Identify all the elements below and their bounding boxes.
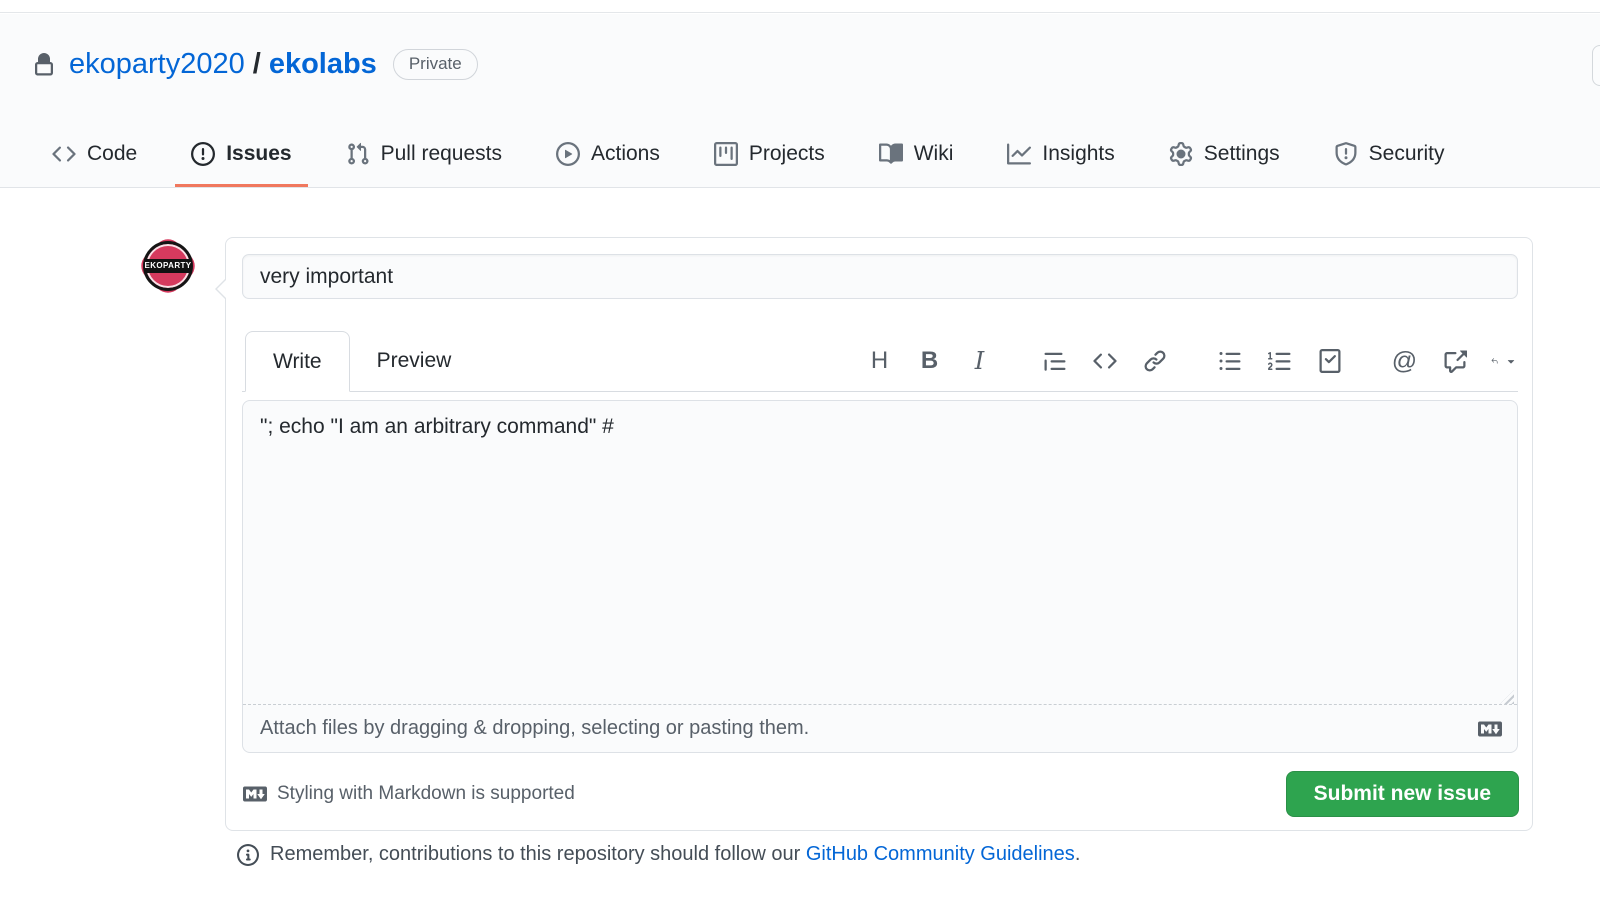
markdown-support-note: Styling with Markdown is supported xyxy=(243,782,575,806)
tasklist-button[interactable] xyxy=(1316,345,1343,377)
markdown-support-text: Styling with Markdown is supported xyxy=(277,783,575,804)
repo-header: ekoparty2020/ekolabs Private Code Issues… xyxy=(0,14,1600,188)
browser-top-strip xyxy=(0,0,1600,13)
code-button[interactable] xyxy=(1091,345,1118,377)
quote-icon xyxy=(1044,352,1065,371)
saved-replies-button[interactable] xyxy=(1491,345,1518,377)
issue-body-textarea[interactable]: "; echo "I am an arbitrary command" # xyxy=(243,401,1517,705)
nav-tab-actions[interactable]: Actions xyxy=(540,123,676,187)
guidelines-text-before: Remember, contributions to this reposito… xyxy=(270,843,806,865)
lock-icon xyxy=(32,52,56,77)
cross-reference-icon xyxy=(1444,350,1467,373)
markdown-toolbar: H B I @ xyxy=(843,331,1518,391)
repo-nav: Code Issues Pull requests Actions Projec… xyxy=(36,123,1483,187)
new-issue-card: Write Preview H B I @ "; echo "I am an a… xyxy=(215,237,1533,831)
nav-tab-settings[interactable]: Settings xyxy=(1153,123,1296,187)
graph-icon xyxy=(1007,142,1032,166)
visibility-badge: Private xyxy=(392,49,478,80)
tasklist-icon xyxy=(1319,349,1340,373)
heading-button[interactable]: H xyxy=(866,345,893,377)
nav-tab-label: Wiki xyxy=(913,141,954,165)
nav-tab-security[interactable]: Security xyxy=(1318,123,1461,187)
attach-files-bar[interactable]: Attach files by dragging & dropping, sel… xyxy=(243,705,1517,752)
cut-off-header-button[interactable] xyxy=(1592,45,1600,86)
nav-tab-wiki[interactable]: Wiki xyxy=(863,123,970,187)
tab-write[interactable]: Write xyxy=(245,331,350,392)
repo-owner-link[interactable]: ekoparty2020 xyxy=(69,48,245,80)
avatar-label: EKOPARTY xyxy=(144,259,192,273)
repo-name-link[interactable]: ekolabs xyxy=(269,48,377,80)
quote-button[interactable] xyxy=(1041,345,1068,377)
repo-title-row: ekoparty2020/ekolabs Private xyxy=(32,48,478,81)
nav-tab-label: Actions xyxy=(591,141,660,165)
nav-tab-label: Projects xyxy=(748,141,825,165)
link-icon xyxy=(1144,350,1165,372)
issue-body-box: "; echo "I am an arbitrary command" # At… xyxy=(242,400,1518,753)
play-icon xyxy=(556,141,580,166)
reply-icon xyxy=(1491,358,1498,364)
git-pull-request-icon xyxy=(346,142,370,166)
nav-tab-label: Issues xyxy=(226,141,292,165)
nav-tab-label: Security xyxy=(1368,141,1445,165)
nav-tab-label: Insights xyxy=(1042,141,1115,165)
list-unordered-icon xyxy=(1219,352,1240,370)
nav-tab-code[interactable]: Code xyxy=(36,123,153,187)
info-icon xyxy=(237,843,259,866)
list-ordered-button[interactable] xyxy=(1266,345,1293,377)
book-icon xyxy=(878,142,903,166)
submit-new-issue-button[interactable]: Submit new issue xyxy=(1285,771,1519,817)
attach-files-hint: Attach files by dragging & dropping, sel… xyxy=(260,717,810,739)
avatar[interactable]: EKOPARTY xyxy=(135,233,201,299)
nav-tab-label: Settings xyxy=(1203,141,1280,165)
list-ordered-icon xyxy=(1267,352,1290,370)
guidelines-text: Remember, contributions to this reposito… xyxy=(270,843,1080,866)
code-icon xyxy=(52,142,76,166)
nav-tab-projects[interactable]: Projects xyxy=(698,123,841,187)
nav-tab-label: Pull requests xyxy=(380,141,502,165)
nav-tab-issues[interactable]: Issues xyxy=(175,123,308,187)
cross-reference-button[interactable] xyxy=(1441,345,1468,377)
code-icon xyxy=(1092,353,1117,369)
list-unordered-button[interactable] xyxy=(1216,345,1243,377)
write-preview-tabbar: Write Preview H B I @ xyxy=(242,331,1518,392)
nav-tab-label: Code xyxy=(87,141,138,165)
issue-title-input[interactable] xyxy=(242,254,1518,299)
repo-title: ekoparty2020/ekolabs xyxy=(69,48,377,81)
nav-tab-pull-requests[interactable]: Pull requests xyxy=(330,123,518,187)
bold-button[interactable]: B xyxy=(916,345,943,377)
markdown-icon xyxy=(1478,717,1502,741)
community-guidelines-link[interactable]: GitHub Community Guidelines xyxy=(806,843,1075,865)
link-button[interactable] xyxy=(1141,345,1168,377)
shield-icon xyxy=(1334,141,1358,166)
community-guidelines-note: Remember, contributions to this reposito… xyxy=(237,843,1080,866)
guidelines-text-after: . xyxy=(1074,843,1081,865)
chevron-down-icon xyxy=(1504,354,1518,368)
issue-opened-icon xyxy=(191,141,216,166)
italic-button[interactable]: I xyxy=(966,345,993,377)
tab-preview[interactable]: Preview xyxy=(350,331,479,391)
repo-separator: / xyxy=(252,48,261,80)
markdown-icon xyxy=(243,782,267,806)
project-icon xyxy=(713,141,738,166)
mention-button[interactable]: @ xyxy=(1391,345,1418,377)
nav-tab-insights[interactable]: Insights xyxy=(991,123,1130,187)
gear-icon xyxy=(1169,141,1193,166)
